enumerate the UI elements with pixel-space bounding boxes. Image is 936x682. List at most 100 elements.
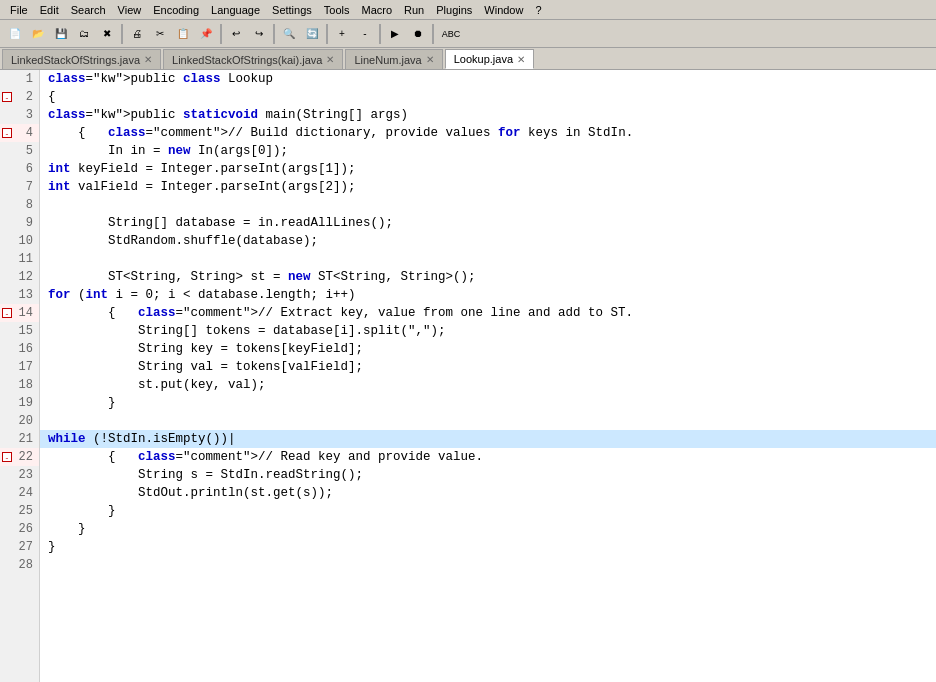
fold-marker-14[interactable]: - [2,308,12,318]
tab-label: LinkedStackOfStrings.java [11,54,140,66]
line-num-9: 9 [0,214,39,232]
toolbar-open[interactable]: 📂 [27,23,49,45]
tab-label: LineNum.java [354,54,421,66]
code-line-24: StdOut.println(st.get(s)); [40,484,936,502]
toolbar-redo[interactable]: ↪ [248,23,270,45]
menu-encoding[interactable]: Encoding [147,2,205,18]
editor: 1-23-45678910111213-1415161718192021-222… [0,70,936,682]
tab-label: Lookup.java [454,53,513,65]
code-line-21: while (!StdIn.isEmpty())| [40,430,936,448]
line-num-18: 18 [0,376,39,394]
code-line-20 [40,412,936,430]
line-num-7: 7 [0,178,39,196]
line-num-20: 20 [0,412,39,430]
toolbar-print[interactable]: 🖨 [126,23,148,45]
menu-tools[interactable]: Tools [318,2,356,18]
toolbar-save-all[interactable]: 🗂 [73,23,95,45]
line-num-6: 6 [0,160,39,178]
menu-run[interactable]: Run [398,2,430,18]
menu-language[interactable]: Language [205,2,266,18]
code-line-12: ST<String, String> st = new ST<String, S… [40,268,936,286]
code-line-19: } [40,394,936,412]
fold-marker-4[interactable]: - [2,128,12,138]
menu-search[interactable]: Search [65,2,112,18]
line-num-13: 13 [0,286,39,304]
code-line-25: } [40,502,936,520]
code-line-2: { [40,88,936,106]
fold-marker-22[interactable]: - [2,452,12,462]
menu-view[interactable]: View [112,2,148,18]
line-num-8: 8 [0,196,39,214]
line-num-15: 15 [0,322,39,340]
tab-close-linenum[interactable]: ✕ [426,54,434,65]
toolbar-save[interactable]: 💾 [50,23,72,45]
code-line-11 [40,250,936,268]
code-line-26: } [40,520,936,538]
code-line-18: st.put(key, val); [40,376,936,394]
line-num-23: 23 [0,466,39,484]
toolbar-abc[interactable]: ABC [437,23,465,45]
code-area[interactable]: class="kw">public class Lookup{ class="k… [40,70,936,682]
toolbar-paste[interactable]: 📌 [195,23,217,45]
tab-close-linkedstack-kai[interactable]: ✕ [326,54,334,65]
menu-macro[interactable]: Macro [355,2,398,18]
menu-file[interactable]: File [4,2,34,18]
line-num-25: 25 [0,502,39,520]
code-line-3: class="kw">public static void main(Strin… [40,106,936,124]
toolbar-close[interactable]: ✖ [96,23,118,45]
code-line-17: String val = tokens[valField]; [40,358,936,376]
tab-label: LinkedStackOfStrings(kai).java [172,54,322,66]
menu-settings[interactable]: Settings [266,2,318,18]
toolbar-sep-5 [379,24,381,44]
menu-help[interactable]: ? [529,2,547,18]
fold-marker-2[interactable]: - [2,92,12,102]
toolbar-undo[interactable]: ↩ [225,23,247,45]
toolbar-zoom-in[interactable]: + [331,23,353,45]
code-line-9: String[] database = in.readAllLines(); [40,214,936,232]
code-line-15: String[] tokens = database[i].split(",")… [40,322,936,340]
line-num-11: 11 [0,250,39,268]
line-number-gutter: 1-23-45678910111213-1415161718192021-222… [0,70,40,682]
menubar: File Edit Search View Encoding Language … [0,0,936,20]
menu-plugins[interactable]: Plugins [430,2,478,18]
tab-close-linkedstack[interactable]: ✕ [144,54,152,65]
line-num-1: 1 [0,70,39,88]
toolbar-new[interactable]: 📄 [4,23,26,45]
toolbar-copy[interactable]: 📋 [172,23,194,45]
line-num-14: -14 [0,304,39,322]
tab-linkedstack-kai[interactable]: LinkedStackOfStrings(kai).java ✕ [163,49,343,69]
code-line-16: String key = tokens[keyField]; [40,340,936,358]
menu-window[interactable]: Window [478,2,529,18]
code-line-22: { class="comment">// Read key and provid… [40,448,936,466]
tab-close-lookup[interactable]: ✕ [517,54,525,65]
tab-linenum[interactable]: LineNum.java ✕ [345,49,442,69]
code-line-13: for (int i = 0; i < database.length; i++… [40,286,936,304]
code-line-5: In in = new In(args[0]); [40,142,936,160]
line-num-28: 28 [0,556,39,574]
tab-linkedstack[interactable]: LinkedStackOfStrings.java ✕ [2,49,161,69]
toolbar-cut[interactable]: ✂ [149,23,171,45]
line-num-17: 17 [0,358,39,376]
line-num-5: 5 [0,142,39,160]
toolbar-replace[interactable]: 🔄 [301,23,323,45]
menu-edit[interactable]: Edit [34,2,65,18]
toolbar-find[interactable]: 🔍 [278,23,300,45]
toolbar-sep-3 [273,24,275,44]
code-line-27: } [40,538,936,556]
code-line-8 [40,196,936,214]
tab-lookup[interactable]: Lookup.java ✕ [445,49,534,69]
line-num-10: 10 [0,232,39,250]
line-num-26: 26 [0,520,39,538]
code-line-23: String s = StdIn.readString(); [40,466,936,484]
toolbar-record[interactable]: ⏺ [407,23,429,45]
line-num-22: -22 [0,448,39,466]
line-num-2: -2 [0,88,39,106]
toolbar-zoom-out[interactable]: - [354,23,376,45]
code-line-6: int keyField = Integer.parseInt(args[1])… [40,160,936,178]
line-num-3: 3 [0,106,39,124]
toolbar-macro[interactable]: ▶ [384,23,406,45]
code-line-4: { class="comment">// Build dictionary, p… [40,124,936,142]
code-line-28 [40,556,936,574]
toolbar-sep-6 [432,24,434,44]
line-num-4: -4 [0,124,39,142]
